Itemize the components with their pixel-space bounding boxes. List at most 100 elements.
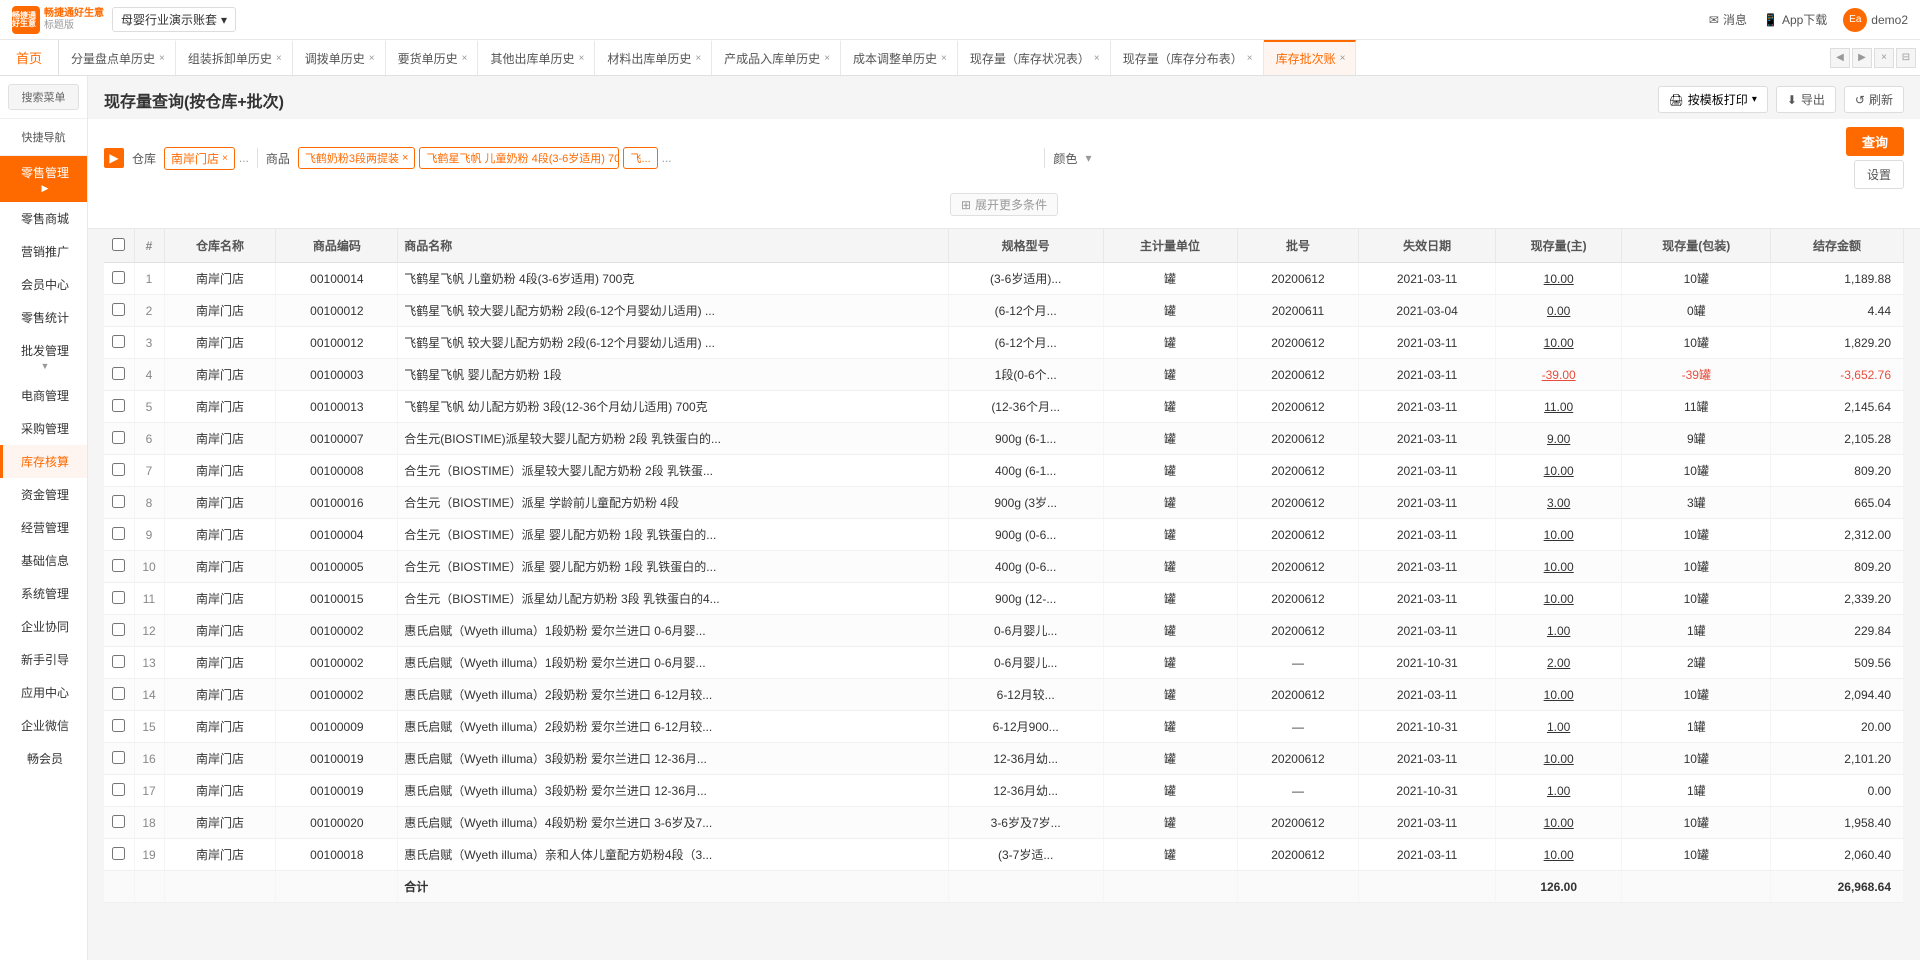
row-qty-main[interactable]: 10.00 bbox=[1495, 263, 1622, 295]
row-checkbox[interactable] bbox=[104, 679, 134, 711]
sidebar-item-marketing[interactable]: 营销推广 bbox=[0, 235, 87, 268]
row-checkbox[interactable] bbox=[104, 807, 134, 839]
row-qty-main[interactable]: 9.00 bbox=[1495, 423, 1622, 455]
sidebar-item-guide[interactable]: 新手引导 bbox=[0, 643, 87, 676]
tab-next-btn[interactable]: ▶ bbox=[1852, 48, 1872, 68]
row-select-checkbox[interactable] bbox=[112, 623, 125, 636]
filter-expand-button[interactable]: ▶ bbox=[104, 148, 124, 168]
row-checkbox[interactable] bbox=[104, 519, 134, 551]
row-qty-main[interactable]: 0.00 bbox=[1495, 295, 1622, 327]
row-select-checkbox[interactable] bbox=[112, 815, 125, 828]
row-qty-main[interactable]: 1.00 bbox=[1495, 775, 1622, 807]
sidebar-item-app-center[interactable]: 应用中心 bbox=[0, 676, 87, 709]
warehouse-tag-remove[interactable]: × bbox=[222, 153, 228, 164]
sidebar-item-retail-stats[interactable]: 零售统计 bbox=[0, 301, 87, 334]
row-checkbox[interactable] bbox=[104, 327, 134, 359]
tab-0[interactable]: 分量盘点单历史 × bbox=[59, 40, 176, 75]
row-checkbox[interactable] bbox=[104, 391, 134, 423]
tab-6[interactable]: 产成品入库单历史 × bbox=[712, 40, 841, 75]
sidebar-item-retail-management[interactable]: 零售管理 ▶ bbox=[0, 156, 87, 202]
refresh-button[interactable]: ↺ 刷新 bbox=[1844, 86, 1904, 113]
sidebar-item-weixin[interactable]: 企业微信 bbox=[0, 709, 87, 742]
row-checkbox[interactable] bbox=[104, 839, 134, 871]
tab-9[interactable]: 现存量（库存分布表） × bbox=[1111, 40, 1264, 75]
row-checkbox[interactable] bbox=[104, 743, 134, 775]
message-btn[interactable]: ✉ 消息 bbox=[1709, 11, 1747, 28]
row-select-checkbox[interactable] bbox=[112, 367, 125, 380]
row-qty-main[interactable]: 10.00 bbox=[1495, 679, 1622, 711]
row-qty-main[interactable]: 3.00 bbox=[1495, 487, 1622, 519]
row-select-checkbox[interactable] bbox=[112, 303, 125, 316]
tab-close-6[interactable]: × bbox=[824, 53, 830, 64]
row-checkbox[interactable] bbox=[104, 263, 134, 295]
account-selector[interactable]: 母婴行业演示账套 ▾ bbox=[112, 7, 236, 32]
row-select-checkbox[interactable] bbox=[112, 271, 125, 284]
row-qty-main[interactable]: 2.00 bbox=[1495, 647, 1622, 679]
row-qty-main[interactable]: 10.00 bbox=[1495, 327, 1622, 359]
product-tag-0[interactable]: 飞鹤奶粉3段两提装 × bbox=[298, 147, 416, 169]
row-select-checkbox[interactable] bbox=[112, 591, 125, 604]
product-tag-2[interactable]: 飞... bbox=[623, 147, 657, 169]
row-select-checkbox[interactable] bbox=[112, 463, 125, 476]
tab-close-2[interactable]: × bbox=[369, 53, 375, 64]
user-avatar[interactable]: Ea demo2 bbox=[1843, 8, 1908, 32]
tab-8[interactable]: 现存量（库存状况表） × bbox=[958, 40, 1111, 75]
row-checkbox[interactable] bbox=[104, 615, 134, 647]
sidebar-item-retail-mall[interactable]: 零售商城 bbox=[0, 202, 87, 235]
product-more[interactable]: ... bbox=[662, 151, 672, 165]
tab-close-7[interactable]: × bbox=[941, 53, 947, 64]
sidebar-item-purchase[interactable]: 采购管理 bbox=[0, 412, 87, 445]
tab-10[interactable]: 库存批次账 × bbox=[1264, 40, 1357, 75]
template-print-button[interactable]: 🖨 按模板打印 ▾ bbox=[1658, 86, 1768, 113]
row-select-checkbox[interactable] bbox=[112, 335, 125, 348]
tab-4[interactable]: 其他出库单历史 × bbox=[478, 40, 595, 75]
export-button[interactable]: ⬇ 导出 bbox=[1776, 86, 1836, 113]
tab-close-0[interactable]: × bbox=[159, 53, 165, 64]
row-checkbox[interactable] bbox=[104, 455, 134, 487]
setting-button[interactable]: 设置 bbox=[1854, 160, 1904, 189]
row-qty-main[interactable]: 10.00 bbox=[1495, 839, 1622, 871]
row-checkbox[interactable] bbox=[104, 295, 134, 327]
row-checkbox[interactable] bbox=[104, 359, 134, 391]
row-select-checkbox[interactable] bbox=[112, 687, 125, 700]
tab-prev-btn[interactable]: ◀ bbox=[1830, 48, 1850, 68]
query-button[interactable]: 查询 bbox=[1846, 127, 1904, 156]
row-select-checkbox[interactable] bbox=[112, 847, 125, 860]
row-checkbox[interactable] bbox=[104, 711, 134, 743]
color-dropdown-arrow[interactable]: ▾ bbox=[1085, 151, 1091, 165]
sidebar-item-system[interactable]: 系统管理 bbox=[0, 577, 87, 610]
tab-close-3[interactable]: × bbox=[462, 53, 468, 64]
tab-2[interactable]: 调拨单历史 × bbox=[293, 40, 386, 75]
tab-close-all-btn[interactable]: × bbox=[1874, 48, 1894, 68]
sidebar-item-basic-info[interactable]: 基础信息 bbox=[0, 544, 87, 577]
row-select-checkbox[interactable] bbox=[112, 719, 125, 732]
tab-close-4[interactable]: × bbox=[578, 53, 584, 64]
warehouse-tag[interactable]: 南岸门店 × bbox=[164, 147, 235, 170]
row-select-checkbox[interactable] bbox=[112, 399, 125, 412]
row-select-checkbox[interactable] bbox=[112, 655, 125, 668]
sidebar-item-collab[interactable]: 企业协同 bbox=[0, 610, 87, 643]
row-qty-main[interactable]: 10.00 bbox=[1495, 519, 1622, 551]
row-qty-main[interactable]: 10.00 bbox=[1495, 455, 1622, 487]
row-checkbox[interactable] bbox=[104, 775, 134, 807]
search-menu-button[interactable]: 搜索菜单 bbox=[8, 84, 79, 110]
row-qty-main[interactable]: 10.00 bbox=[1495, 583, 1622, 615]
row-checkbox[interactable] bbox=[104, 551, 134, 583]
row-qty-main[interactable]: 10.00 bbox=[1495, 551, 1622, 583]
row-select-checkbox[interactable] bbox=[112, 527, 125, 540]
tab-close-8[interactable]: × bbox=[1094, 53, 1100, 64]
product-tag-1[interactable]: 飞鹤星飞帆 儿童奶粉 4段(3-6岁适用) 700克 × bbox=[419, 147, 619, 169]
sidebar-item-operations[interactable]: 经营管理 bbox=[0, 511, 87, 544]
row-qty-main[interactable]: 1.00 bbox=[1495, 711, 1622, 743]
warehouse-more[interactable]: ... bbox=[239, 151, 249, 165]
row-checkbox[interactable] bbox=[104, 583, 134, 615]
sidebar-item-member[interactable]: 会员中心 bbox=[0, 268, 87, 301]
sidebar-item-inventory[interactable]: 库存核算 bbox=[0, 445, 87, 478]
row-qty-main[interactable]: 10.00 bbox=[1495, 807, 1622, 839]
row-select-checkbox[interactable] bbox=[112, 559, 125, 572]
tab-5[interactable]: 材料出库单历史 × bbox=[595, 40, 712, 75]
row-qty-main[interactable]: 10.00 bbox=[1495, 743, 1622, 775]
sidebar-item-ecommerce[interactable]: 电商管理 bbox=[0, 379, 87, 412]
row-select-checkbox[interactable] bbox=[112, 783, 125, 796]
tab-home[interactable]: 首页 bbox=[0, 40, 59, 75]
